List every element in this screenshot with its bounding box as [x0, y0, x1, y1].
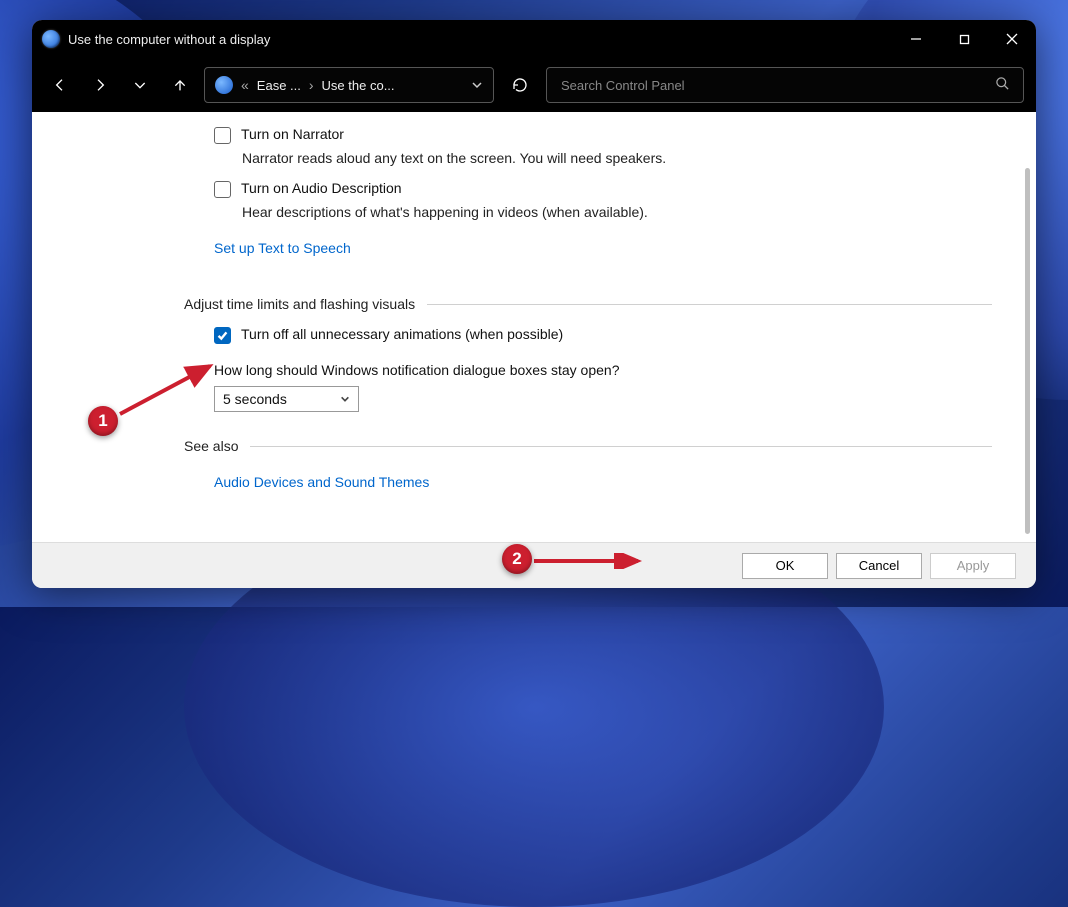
turn-on-narrator-label: Turn on Narrator — [241, 126, 344, 142]
notification-duration-dropdown[interactable]: 5 seconds — [214, 386, 359, 412]
turn-on-audio-description-label: Turn on Audio Description — [241, 180, 402, 196]
group-time-limits: Adjust time limits and flashing visuals — [184, 296, 992, 312]
ease-of-access-icon — [42, 30, 60, 48]
ok-button[interactable]: OK — [742, 553, 828, 579]
turn-off-animations-label: Turn off all unnecessary animations (whe… — [241, 326, 563, 342]
annotation-marker-2: 2 — [502, 544, 532, 574]
close-button[interactable] — [988, 20, 1036, 58]
divider — [427, 304, 992, 305]
window-title: Use the computer without a display — [68, 32, 892, 47]
narrator-description: Narrator reads aloud any text on the scr… — [242, 150, 992, 166]
turn-off-animations-checkbox[interactable] — [214, 327, 231, 344]
dialog-buttons: OK Cancel Apply — [32, 542, 1036, 588]
group-time-limits-label: Adjust time limits and flashing visuals — [184, 296, 415, 312]
minimize-button[interactable] — [892, 20, 940, 58]
content-pane: Turn on Narrator Narrator reads aloud an… — [32, 112, 1036, 542]
search-box[interactable] — [546, 67, 1024, 103]
text-to-speech-link[interactable]: Set up Text to Speech — [214, 240, 351, 256]
turn-on-audio-description-checkbox[interactable] — [214, 181, 231, 198]
breadcrumb-dropdown-icon[interactable] — [471, 79, 483, 91]
up-button[interactable] — [164, 69, 196, 101]
breadcrumb-item-current[interactable]: Use the co... — [322, 78, 395, 93]
audio-devices-link[interactable]: Audio Devices and Sound Themes — [214, 474, 429, 490]
apply-button[interactable]: Apply — [930, 553, 1016, 579]
back-button[interactable] — [44, 69, 76, 101]
maximize-button[interactable] — [940, 20, 988, 58]
breadcrumb-prefix: « — [241, 77, 249, 93]
notification-duration-label: How long should Windows notification dia… — [214, 362, 992, 378]
search-input[interactable] — [559, 77, 995, 94]
scrollbar-thumb[interactable] — [1025, 168, 1030, 534]
divider — [250, 446, 992, 447]
refresh-button[interactable] — [502, 67, 538, 103]
chevron-right-icon: › — [309, 77, 314, 93]
breadcrumb[interactable]: « Ease ... › Use the co... — [204, 67, 494, 103]
breadcrumb-icon — [215, 76, 233, 94]
turn-on-narrator-checkbox[interactable] — [214, 127, 231, 144]
recent-locations-button[interactable] — [124, 69, 156, 101]
audio-description-description: Hear descriptions of what's happening in… — [242, 204, 992, 220]
navigation-bar: « Ease ... › Use the co... — [32, 58, 1036, 112]
notification-duration-value: 5 seconds — [223, 391, 287, 407]
group-see-also: See also — [184, 438, 992, 454]
group-see-also-label: See also — [184, 438, 238, 454]
forward-button[interactable] — [84, 69, 116, 101]
annotation-marker-1: 1 — [88, 406, 118, 436]
titlebar: Use the computer without a display — [32, 20, 1036, 58]
control-panel-window: Use the computer without a display « Eas… — [32, 20, 1036, 588]
breadcrumb-item-parent[interactable]: Ease ... — [257, 78, 301, 93]
search-icon[interactable] — [995, 76, 1011, 94]
cancel-button[interactable]: Cancel — [836, 553, 922, 579]
